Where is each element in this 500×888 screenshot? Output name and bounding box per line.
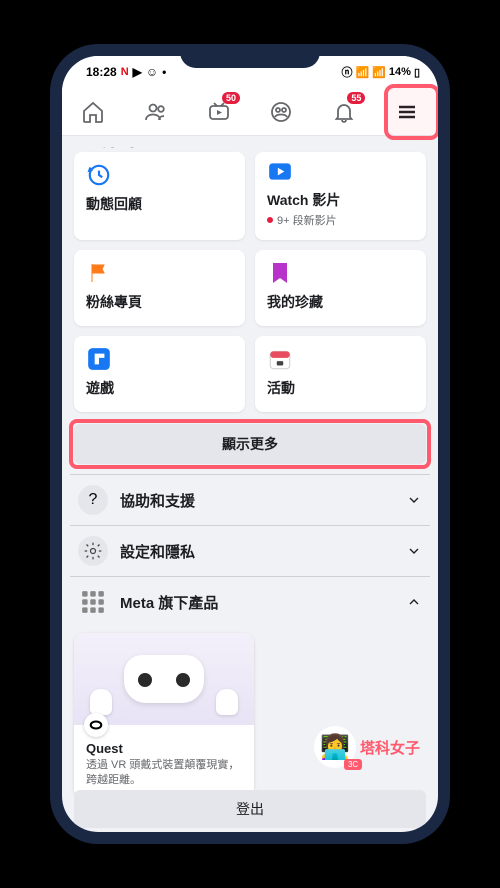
chevron-down-icon: [406, 543, 422, 559]
card-label: 動態回顧: [86, 194, 233, 214]
tab-groups[interactable]: [250, 88, 313, 135]
tab-notifications[interactable]: 55: [313, 88, 376, 135]
gaming-icon: [86, 346, 112, 372]
chevron-down-icon: [406, 492, 422, 508]
logout-button[interactable]: 登出: [74, 790, 426, 828]
card-pages[interactable]: 粉絲專頁: [74, 250, 245, 326]
section-label: Meta 旗下產品: [120, 592, 394, 613]
gear-icon: [78, 536, 108, 566]
groups-icon: [269, 100, 293, 124]
nfc-icon: ⓝ: [342, 64, 353, 80]
watermark-text: 塔科女子: [360, 737, 420, 758]
netflix-icon: N: [121, 66, 129, 78]
card-gaming[interactable]: 遊戲: [74, 336, 245, 412]
card-label: Watch 影片: [267, 190, 414, 210]
card-saved[interactable]: 我的珍藏: [255, 250, 426, 326]
meta-grid-icon: [78, 587, 108, 617]
tab-home[interactable]: [62, 88, 125, 135]
card-events[interactable]: 活動: [255, 336, 426, 412]
page-title: 功能表: [74, 140, 426, 148]
tab-watch[interactable]: 50: [187, 88, 250, 135]
card-memories[interactable]: 動態回顧: [74, 152, 245, 240]
battery-icon: ▯: [414, 66, 420, 79]
flag-icon: [86, 260, 112, 286]
status-time: 18:28: [86, 65, 117, 79]
watermark-sub: 3C: [344, 759, 362, 770]
menu-highlight-box: [384, 84, 438, 140]
quest-card[interactable]: Quest 透過 VR 頭戴式裝置顛覆現實，跨越距離。: [74, 633, 254, 799]
section-settings[interactable]: 設定和隱私: [74, 526, 426, 576]
oculus-icon: [84, 713, 108, 737]
clock-rewind-icon: [86, 162, 112, 188]
calendar-icon: [267, 346, 293, 372]
watch-badge: 50: [222, 92, 240, 104]
card-label: 粉絲專頁: [86, 292, 233, 312]
signal-icon: 📶: [372, 66, 386, 79]
section-help[interactable]: ? 協助和支援: [74, 475, 426, 525]
tab-menu[interactable]: [375, 88, 438, 135]
notif-badge: 55: [347, 92, 365, 104]
section-label: 設定和隱私: [120, 541, 394, 562]
tab-friends[interactable]: [125, 88, 188, 135]
top-tab-bar: 50 55: [62, 88, 438, 136]
more-icon: •: [162, 65, 166, 79]
logout-label: 登出: [236, 801, 264, 817]
card-sub: 9+ 段新影片: [267, 212, 414, 228]
card-label: 我的珍藏: [267, 292, 414, 312]
card-label: 活動: [267, 378, 414, 398]
bookmark-icon: [267, 260, 293, 286]
battery-percent: 14%: [389, 66, 411, 78]
help-icon: ?: [78, 485, 108, 515]
chevron-up-icon: [406, 594, 422, 610]
quest-image: [74, 633, 254, 725]
show-more-button[interactable]: 顯示更多: [74, 424, 426, 464]
section-meta[interactable]: Meta 旗下產品: [74, 577, 426, 627]
section-label: 協助和支援: [120, 490, 394, 511]
wifi-icon: 📶: [356, 66, 370, 79]
watermark: 👩‍💻 塔科女子 3C: [314, 726, 420, 768]
show-more-highlight: [69, 419, 431, 469]
quest-title: Quest: [86, 741, 242, 756]
youtube-icon: ▶: [133, 65, 142, 79]
watch-icon: [267, 158, 293, 184]
card-label: 遊戲: [86, 378, 233, 398]
home-icon: [81, 100, 105, 124]
app-icon: ☺: [146, 65, 158, 79]
card-watch[interactable]: Watch 影片 9+ 段新影片: [255, 152, 426, 240]
friends-icon: [144, 100, 168, 124]
quest-desc: 透過 VR 頭戴式裝置顛覆現實，跨越距離。: [86, 758, 242, 789]
